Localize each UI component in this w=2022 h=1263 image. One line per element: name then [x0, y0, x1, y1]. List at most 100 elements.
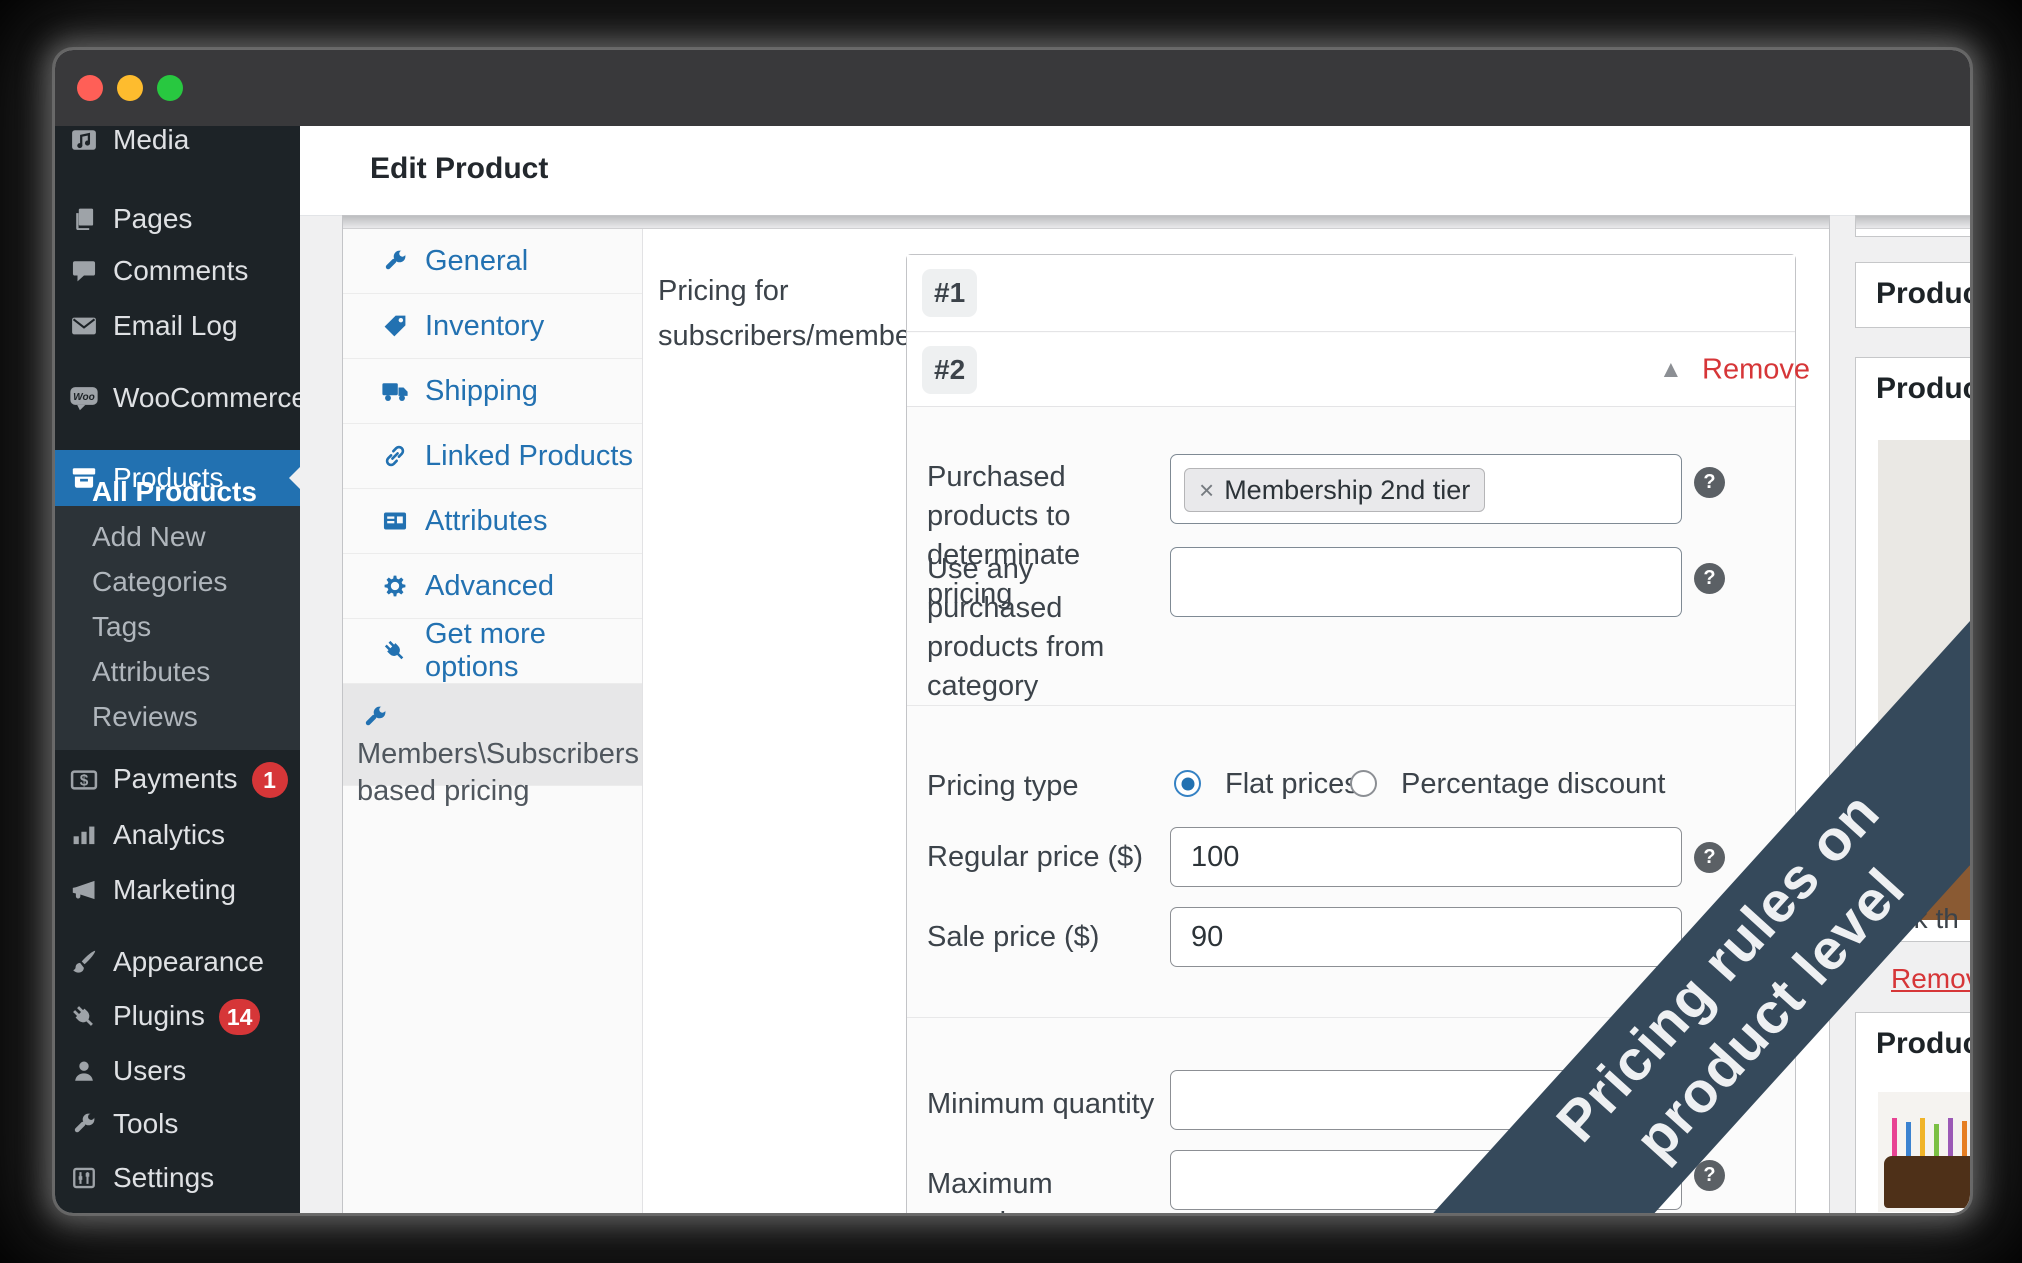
truck-icon [381, 377, 409, 405]
sidebar-item-email-log[interactable]: Email Log [55, 304, 300, 348]
sidebar-item-marketing[interactable]: Marketing [55, 868, 300, 912]
gallery-thumbnail[interactable] [1878, 1092, 1970, 1212]
category-label: Use any purchased [927, 553, 1063, 625]
tab-advanced[interactable]: Advanced [343, 554, 642, 619]
minimize-window-icon[interactable] [117, 75, 143, 101]
sidebar-subitem-attributes[interactable]: Attributes [92, 654, 292, 690]
link-icon [381, 442, 409, 470]
sidebar-subitem-reviews[interactable]: Reviews [92, 699, 292, 735]
radio-percentage-discount-label[interactable]: Percentage discount [1401, 768, 1665, 801]
product-gallery-panel-body [1855, 1077, 1970, 1213]
sidebar-subitem-categories[interactable]: Categories [92, 564, 292, 600]
sidebar-item-pages[interactable]: Pages [55, 197, 300, 241]
tab-shipping[interactable]: Shipping [343, 359, 642, 424]
sidebar-item-label: Settings [113, 1162, 215, 1193]
sidebar-item-payments[interactable]: $ Payments 1 [55, 758, 300, 802]
sidebar-subitem-all-products[interactable]: All Products [92, 474, 292, 510]
sidebar-item-comments[interactable]: Comments [55, 249, 300, 293]
sidebar-item-label: Pages [113, 203, 193, 234]
maximum-quantity-label: Maximum quantity [927, 1168, 1053, 1213]
tab-linked-products[interactable]: Linked Products [343, 424, 642, 489]
page-title: Edit Product [370, 152, 549, 185]
envelope-icon [69, 311, 99, 341]
minimum-quantity-label: Minimum quantity [927, 1088, 1155, 1120]
regular-price-input[interactable] [1170, 827, 1682, 887]
tab-attributes[interactable]: Attributes [343, 489, 642, 554]
screenshot-stage: Media Pages Comments Email Log Woo WooCo… [0, 0, 2022, 1263]
sidebar-item-tools[interactable]: Tools [55, 1102, 300, 1146]
help-icon[interactable]: ? [1694, 467, 1725, 498]
radio-flat-prices[interactable] [1174, 770, 1201, 797]
tab-members-subscribers-pricing[interactable]: Members\Subscribers based pricing [343, 684, 642, 807]
tag-icon [381, 312, 409, 340]
remove-rule-button[interactable]: Remove [1702, 353, 1810, 386]
svg-text:Woo: Woo [73, 392, 95, 403]
sale-price-input[interactable] [1170, 907, 1682, 967]
sidebar-item-label: Marketing [113, 874, 236, 905]
sidebar-item-label: Appearance [113, 946, 265, 977]
sidebar-item-label: Analytics [113, 819, 226, 850]
panel-title: Produc [1876, 372, 1970, 405]
sidebar-item-plugins[interactable]: Plugins 14 [55, 995, 300, 1039]
divider [907, 705, 1795, 706]
purchased-products-select[interactable]: × Membership 2nd tier [1170, 454, 1682, 524]
gear-icon [381, 572, 409, 600]
help-icon[interactable]: ? [1694, 563, 1725, 594]
admin-sidebar: Media Pages Comments Email Log Woo WooCo… [55, 124, 307, 1213]
radio-percentage-discount[interactable] [1350, 770, 1377, 797]
rule-number-badge: #1 [922, 269, 978, 317]
radio-flat-prices-label[interactable]: Flat prices [1225, 768, 1359, 801]
analytics-icon [69, 820, 99, 850]
app-window: Media Pages Comments Email Log Woo WooCo… [55, 50, 1970, 1213]
megaphone-icon [69, 875, 99, 905]
woocommerce-icon: Woo [69, 383, 99, 413]
sidebar-item-media[interactable]: Media [55, 118, 300, 162]
admin-header: Edit Product [300, 126, 1970, 216]
remove-product-image-link[interactable]: Remove [1891, 963, 1970, 995]
brush-icon [69, 947, 99, 977]
wrench-icon [381, 247, 409, 275]
sidebar-item-label: Media [113, 124, 190, 155]
sidebar-item-woocommerce[interactable]: Woo WooCommerce [55, 376, 307, 420]
payments-count-badge: 1 [251, 762, 288, 798]
right-panel-header-1[interactable]: Produc [1855, 262, 1970, 328]
remove-chip-icon[interactable]: × [1199, 475, 1214, 506]
collapse-rule-icon[interactable]: ▲ [1659, 356, 1683, 384]
tab-get-more-options[interactable]: Get more options [343, 618, 642, 684]
pricing-type-label: Pricing type [927, 770, 1079, 802]
rule-number-badge: #2 [922, 345, 978, 394]
help-icon[interactable]: ? [1694, 1160, 1725, 1191]
zoom-window-icon[interactable] [157, 75, 183, 101]
pricing-rule-row-1[interactable]: #1 [907, 255, 1795, 332]
card-list-icon [381, 507, 409, 535]
right-panel-header-product-image[interactable]: Produc [1855, 357, 1970, 423]
close-window-icon[interactable] [77, 75, 103, 101]
sidebar-item-settings[interactable]: Settings [55, 1156, 300, 1200]
sidebar-subitem-add-new[interactable]: Add New [92, 519, 292, 555]
right-panel-partial [1855, 215, 1970, 237]
sidebar-item-analytics[interactable]: Analytics [55, 813, 300, 857]
pricing-rule-row-2[interactable]: #2 ▲ Remove [907, 333, 1810, 407]
panel-top-gradient [343, 216, 1829, 229]
help-icon[interactable]: ? [1694, 842, 1725, 873]
sidebar-subitem-tags[interactable]: Tags [92, 609, 292, 645]
panel-title: Produc [1876, 277, 1970, 310]
sidebar-item-users[interactable]: Users [55, 1049, 300, 1093]
panel-title: Produc [1876, 1027, 1970, 1060]
sidebar-item-label: Email Log [113, 310, 238, 341]
tab-inventory[interactable]: Inventory [343, 294, 642, 359]
wrench-icon [361, 703, 389, 731]
selected-product-chip: × Membership 2nd tier [1184, 468, 1486, 512]
sidebar-item-appearance[interactable]: Appearance [55, 940, 300, 984]
birthday-cake-photo [1884, 1156, 1970, 1208]
settings-sliders-icon [69, 1163, 99, 1193]
category-select[interactable] [1170, 547, 1682, 617]
regular-price-label: Regular price ($) [927, 841, 1143, 873]
product-data-tabs: General Inventory Shipping Linked Produc… [343, 229, 643, 1213]
svg-text:$: $ [80, 773, 89, 790]
plugin-icon [69, 1002, 99, 1032]
user-icon [69, 1056, 99, 1086]
tab-general[interactable]: General [343, 229, 642, 294]
right-panel-header-gallery[interactable]: Produc [1855, 1012, 1970, 1078]
section-label: Pricing for subscribers/members [658, 275, 936, 352]
